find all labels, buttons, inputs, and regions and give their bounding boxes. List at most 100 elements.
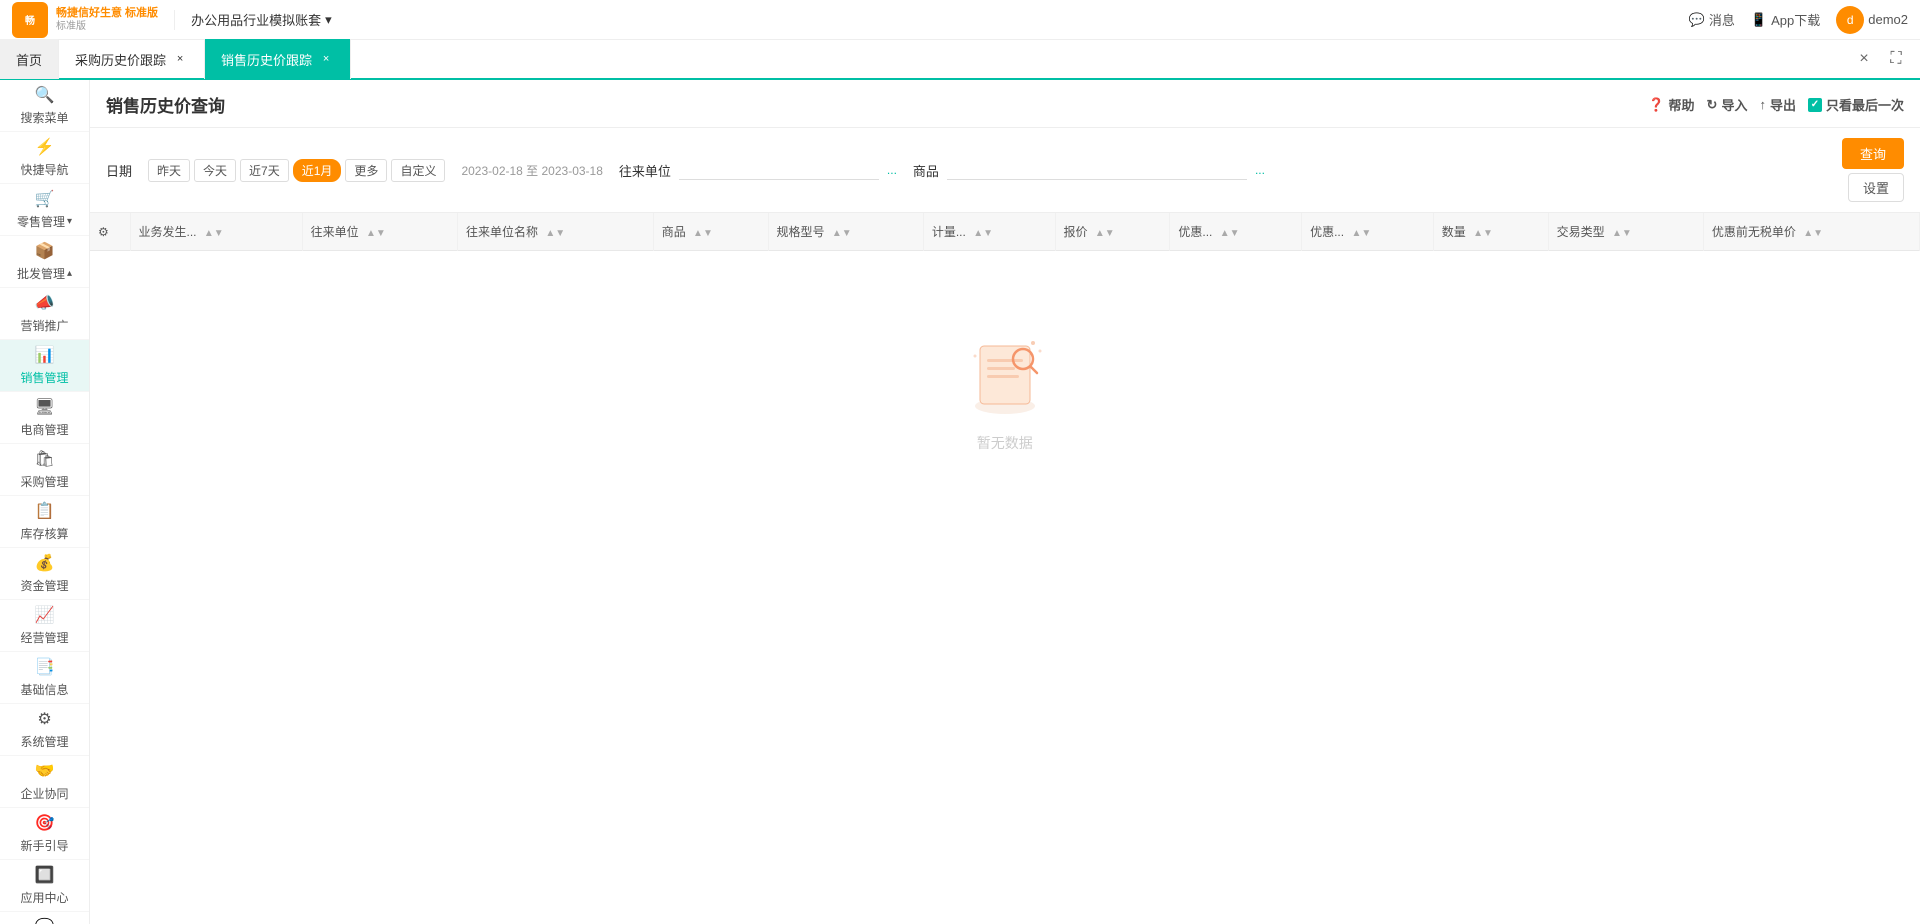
col-product[interactable]: 商品 ▲▼ — [653, 213, 768, 251]
topbar-right: 💬 消息 📱 App下载 d demo2 — [1689, 6, 1908, 34]
user-menu[interactable]: d demo2 — [1836, 6, 1908, 34]
sidebar-item-sales-mgmt[interactable]: 📊 销售管理 — [0, 340, 89, 392]
filter-row: 日期 昨天 今天 近7天 近1月 更多 自定义 2023-02-18 至 202… — [90, 128, 1920, 213]
page-title-row: 销售历史价查询 ❓ 帮助 ↻ 导入 ↑ 导出 — [106, 92, 1904, 117]
import-button[interactable]: ↻ 导入 — [1707, 95, 1748, 114]
tab-sales-history-close[interactable]: × — [318, 51, 334, 67]
tab-purchase-history-close[interactable]: × — [172, 51, 188, 67]
sidebar-item-marketing[interactable]: 📣 营销推广 — [0, 288, 89, 340]
app-download-button[interactable]: 📱 App下载 — [1751, 10, 1820, 29]
help-label: 帮助 — [1669, 95, 1695, 114]
collab-icon: 🤝 — [35, 761, 55, 781]
custom-btn[interactable]: 自定义 — [391, 159, 445, 182]
col-quote[interactable]: 报价 ▲▼ — [1055, 213, 1170, 251]
page-header: 销售历史价查询 ❓ 帮助 ↻ 导入 ↑ 导出 — [90, 80, 1920, 128]
page-title: 销售历史价查询 — [106, 92, 225, 117]
import-icon: ↻ — [1707, 97, 1718, 113]
col-trade-type[interactable]: 交易类型 ▲▼ — [1548, 213, 1703, 251]
avatar-initial: d — [1847, 13, 1854, 27]
table-header: ⚙ 业务发生... ▲▼ 往来单位 ▲▼ 往来单位名称 — [90, 213, 1920, 251]
sidebar-item-app-center[interactable]: 🔲 应用中心 — [0, 860, 89, 912]
col-spec[interactable]: 规格型号 ▲▼ — [768, 213, 923, 251]
col-partner-name[interactable]: 往来单位名称 ▲▼ — [457, 213, 653, 251]
last7days-btn[interactable]: 近7天 — [240, 159, 289, 182]
sidebar-item-ecommerce[interactable]: 🖥 电商管理 — [0, 392, 89, 444]
col-unit[interactable]: 计量... ▲▼ — [923, 213, 1055, 251]
col-quantity[interactable]: 数量 ▲▼ — [1433, 213, 1548, 251]
partner-input[interactable] — [679, 160, 879, 180]
product-input[interactable] — [947, 160, 1247, 180]
sidebar-item-search-menu[interactable]: 🔍 搜索菜单 — [0, 80, 89, 132]
export-icon: ↑ — [1759, 97, 1766, 112]
col-biz-date[interactable]: 业务发生... ▲▼ — [130, 213, 302, 251]
col-discount1[interactable]: 优惠... ▲▼ — [1170, 213, 1302, 251]
topbar: 畅 畅捷信好生意 标准版 标准版 办公用品行业模拟账套 ▾ 💬 消息 📱 App… — [0, 0, 1920, 40]
sort-icon: ▲▼ — [1220, 229, 1240, 239]
col-discount2[interactable]: 优惠... ▲▼ — [1302, 213, 1434, 251]
product-ellipsis-btn[interactable]: ... — [1255, 163, 1265, 177]
chat-button[interactable]: 💬 消息 — [1689, 10, 1735, 29]
table-container: ⚙ 业务发生... ▲▼ 往来单位 ▲▼ 往来单位名称 — [90, 213, 1920, 924]
sidebar-item-inventory[interactable]: 📋 库存核算 — [0, 496, 89, 548]
col-settings[interactable]: ⚙ — [90, 213, 130, 251]
chevron-up-icon: ▴ — [67, 268, 72, 279]
only-last-checkbox[interactable]: ✓ 只看最后一次 — [1808, 95, 1904, 114]
app-selector[interactable]: 办公用品行业模拟账套 ▾ — [191, 10, 332, 29]
sort-icon: ▲▼ — [1351, 229, 1371, 239]
sort-icon: ▲▼ — [1612, 229, 1632, 239]
sidebar-item-retail-mgmt[interactable]: 🛒 零售管理 ▾ — [0, 184, 89, 236]
partner-filter: 往来单位 ... — [619, 160, 897, 180]
sidebar-item-wholesale-mgmt[interactable]: 📦 批发管理 ▴ — [0, 236, 89, 288]
tab-purchase-history[interactable]: 采购历史价跟踪 × — [59, 39, 205, 79]
empty-row: 暂无数据 — [90, 251, 1920, 534]
sidebar-item-basic-info[interactable]: 📑 基础信息 — [0, 652, 89, 704]
sidebar-item-purchase-mgmt[interactable]: 🛍 采购管理 — [0, 444, 89, 496]
export-button[interactable]: ↑ 导出 — [1759, 95, 1796, 114]
date-range-text: 2023-02-18 至 2023-03-18 — [461, 162, 602, 179]
col-pre-tax-price[interactable]: 优惠前无税单价 ▲▼ — [1703, 213, 1919, 251]
more-btn[interactable]: 更多 — [345, 159, 387, 182]
logo-icon: 畅 — [12, 2, 48, 38]
finance-icon: 💰 — [35, 553, 55, 573]
user-avatar: d — [1836, 6, 1864, 34]
close-all-tabs-button[interactable]: × — [1852, 47, 1876, 71]
tab-home[interactable]: 首页 — [0, 39, 59, 79]
sidebar-item-finance[interactable]: 💰 资金管理 — [0, 548, 89, 600]
maximize-button[interactable]: ⛶ — [1884, 47, 1908, 71]
sidebar-item-system-mgmt[interactable]: ⚙ 系统管理 — [0, 704, 89, 756]
sidebar-item-quick-nav[interactable]: ⚡ 快捷导航 — [0, 132, 89, 184]
divider — [174, 10, 175, 30]
sidebar-item-enterprise-collab[interactable]: 🤝 企业协同 — [0, 756, 89, 808]
tabbar: 首页 采购历史价跟踪 × 销售历史价跟踪 × × ⛶ — [0, 40, 1920, 80]
sidebar-item-operations[interactable]: 📈 经营管理 — [0, 600, 89, 652]
data-table: ⚙ 业务发生... ▲▼ 往来单位 ▲▼ 往来单位名称 — [90, 213, 1920, 533]
wholesale-icon: 📦 — [35, 241, 55, 261]
query-button[interactable]: 查询 — [1842, 138, 1904, 169]
today-btn[interactable]: 今天 — [194, 159, 236, 182]
settings-button[interactable]: 设置 — [1848, 173, 1904, 202]
yesterday-btn[interactable]: 昨天 — [148, 159, 190, 182]
tabbar-actions: × ⛶ — [1852, 47, 1920, 71]
sort-icon: ▲▼ — [545, 229, 565, 239]
guide-icon: 🎯 — [35, 813, 55, 833]
product-label: 商品 — [913, 161, 939, 180]
last1month-btn[interactable]: 近1月 — [293, 159, 342, 182]
help-button[interactable]: ❓ 帮助 — [1648, 95, 1694, 114]
partner-ellipsis-btn[interactable]: ... — [887, 163, 897, 177]
sort-icon: ▲▼ — [693, 229, 713, 239]
tab-sales-history[interactable]: 销售历史价跟踪 × — [205, 39, 351, 79]
sidebar-item-newcomer-guide[interactable]: 🎯 新手引导 — [0, 808, 89, 860]
chat-label: 消息 — [1709, 10, 1735, 29]
username-label: demo2 — [1868, 12, 1908, 27]
checkbox-icon: ✓ — [1808, 98, 1822, 112]
sidebar-item-label: 基础信息 — [20, 681, 68, 698]
content-area: 销售历史价查询 ❓ 帮助 ↻ 导入 ↑ 导出 — [90, 80, 1920, 924]
col-partner-code[interactable]: 往来单位 ▲▼ — [302, 213, 457, 251]
sort-icon: ▲▼ — [832, 229, 852, 239]
sidebar-item-enterprise-wechat[interactable]: 💬 企业微信 — [0, 912, 89, 924]
quick-nav-icon: ⚡ — [35, 137, 55, 157]
table-wrapper: ⚙ 业务发生... ▲▼ 往来单位 ▲▼ 往来单位名称 — [90, 213, 1920, 533]
sidebar-item-label: 应用中心 — [20, 889, 68, 906]
date-filter-label: 日期 — [106, 161, 132, 180]
chat-icon: 💬 — [1689, 12, 1705, 28]
